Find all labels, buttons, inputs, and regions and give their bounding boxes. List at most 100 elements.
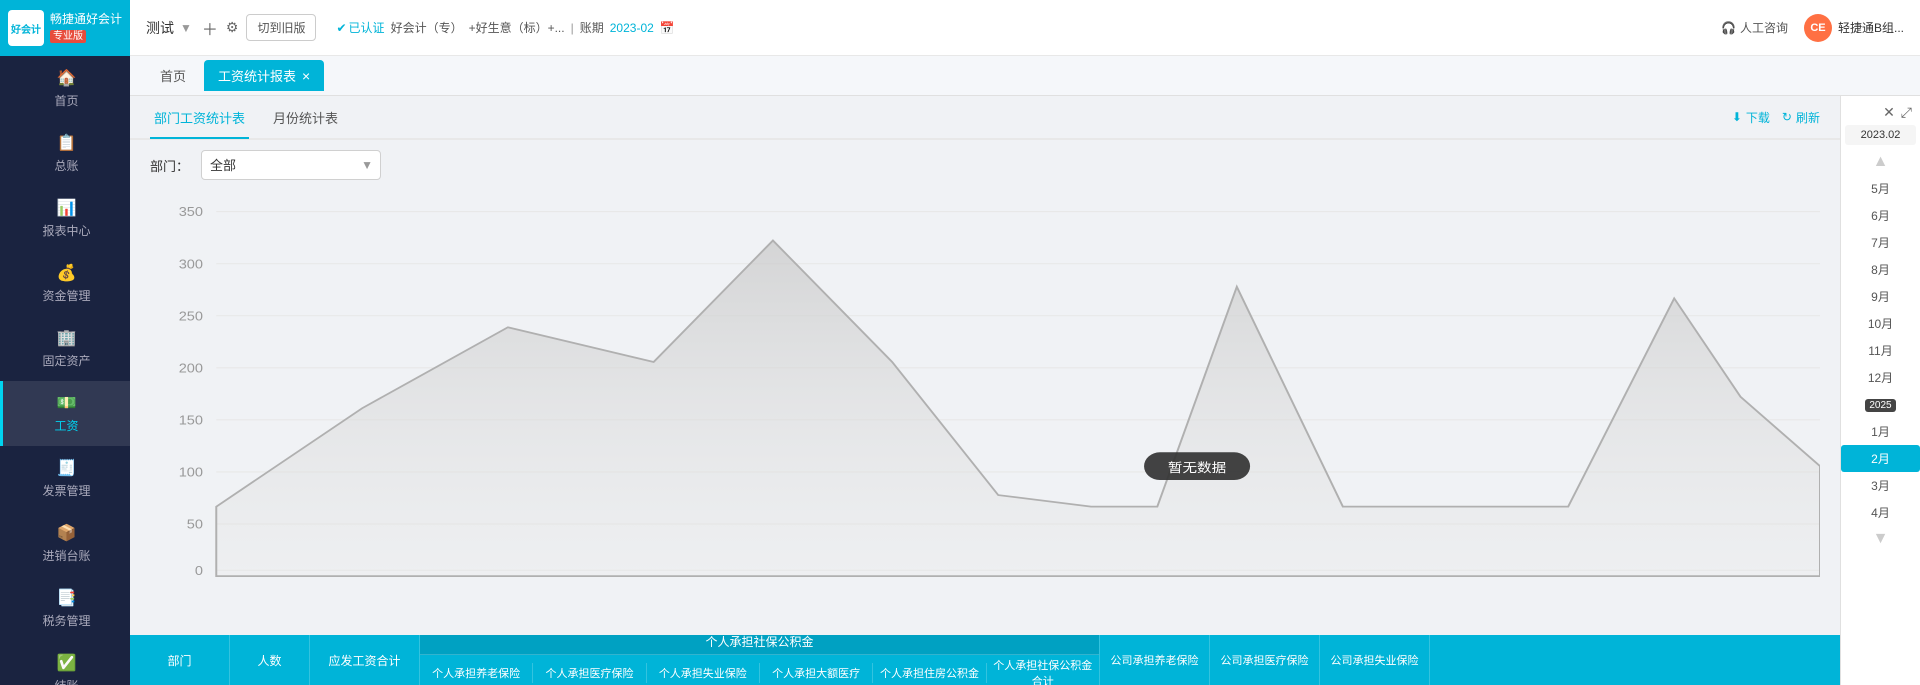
col-personal-pension: 个人承担养老保险 [420,663,533,683]
sidebar-item-salary[interactable]: 💵 工资 [0,381,130,446]
chart-svg: 350 300 250 200 150 100 50 0 [150,200,1820,605]
tabbar: 首页 工资统计报表 × [130,56,1920,96]
certified-badge: ✔ 已认证 [336,19,384,36]
col-personal-major-medical: 个人承担大额医疗 [760,663,873,683]
col-company-pension: 公司承担养老保险 [1100,635,1210,685]
svg-text:350: 350 [179,205,204,219]
logo-text: 畅捷通好会计 专业版 [50,12,122,43]
topbar-status: ✔ 已认证 好会计（专） +好生意（标）+... | 账期 2023-02 📅 [336,19,674,36]
topbar: 测试 ▼ ＋ ⚙ 切到旧版 ✔ 已认证 好会计（专） +好生意（标）+... |… [130,0,1920,56]
sidebar-item-home[interactable]: 🏠 首页 [0,56,130,121]
tab-close-icon[interactable]: × [302,68,310,84]
month-10[interactable]: 10月 [1841,310,1920,337]
assets-icon: 🏢 [57,328,77,348]
sidebar-item-ledger[interactable]: 📋 总账 [0,121,130,186]
calendar-icon[interactable]: 📅 [660,21,675,35]
filter-row: 部门： 全部 销售部 财务部 行政部 技术部 ▼ [130,140,1840,190]
avatar: CE [1804,14,1832,42]
topbar-actions: ＋ ⚙ 切到旧版 [202,14,317,41]
svg-text:300: 300 [179,257,204,271]
refresh-button[interactable]: ↻ 刷新 [1782,109,1820,126]
nav-up-button[interactable]: ▲ [1869,149,1893,175]
svg-text:150: 150 [179,413,204,427]
department-filter: 全部 销售部 财务部 行政部 技术部 ▼ [201,150,381,180]
month-9[interactable]: 9月 [1841,283,1920,310]
tab-home[interactable]: 首页 [146,60,200,91]
help-button[interactable]: 🎧 人工咨询 [1721,19,1788,36]
col-company-medical: 公司承担医疗保险 [1210,635,1320,685]
col-personal-total: 个人承担社保公积金合计 [987,655,1099,685]
settle-icon: ✅ [57,653,77,673]
sidebar-item-settle[interactable]: ✅ 结账 [0,641,130,685]
col-personal-unemployment: 个人承担失业保险 [647,663,760,683]
panel-date-display: 2023.02 [1845,125,1916,145]
sidebar-item-invoice[interactable]: 🧾 发票管理 [0,446,130,511]
company-name: 测试 ▼ [146,18,192,38]
reports-icon: 📊 [57,198,77,218]
month-4-2025[interactable]: 4月 [1841,499,1920,526]
logo-icon: 好会计 [8,10,44,46]
col-company-unemployment: 公司承担失业保险 [1320,635,1430,685]
sidebar-item-funds[interactable]: 💰 资金管理 [0,251,130,316]
svg-text:0: 0 [195,564,204,578]
sidebar-logo: 好会计 畅捷通好会计 专业版 [0,0,130,56]
right-panel-controls: ✕ ⤢ [1841,96,1920,121]
expand-panel-button[interactable]: ⤢ [1901,104,1912,121]
month-11[interactable]: 11月 [1841,337,1920,364]
department-select[interactable]: 全部 销售部 财务部 行政部 技术部 [201,150,381,180]
user-menu[interactable]: CE 轻捷通B组... [1804,14,1904,42]
sidebar-item-tax[interactable]: 📑 税务管理 [0,576,130,641]
sub-tabbar: 部门工资统计表 月份统计表 ⬇ 下载 ↻ 刷新 [130,96,1840,140]
col-total-salary: 应发工资合计 [310,635,420,685]
add-button[interactable]: ＋ [202,16,218,40]
headset-icon: 🎧 [1721,21,1736,35]
month-5[interactable]: 5月 [1841,175,1920,202]
sub-tab-actions: ⬇ 下载 ↻ 刷新 [1732,109,1820,126]
sidebar-nav: 🏠 首页 📋 总账 📊 报表中心 💰 资金管理 🏢 固定资产 💵 工资 🧾 发票… [0,56,130,685]
tax-icon: 📑 [57,588,77,608]
department-filter-label: 部门： [150,156,189,175]
col-department: 部门 [130,635,230,685]
download-button[interactable]: ⬇ 下载 [1732,109,1770,126]
svg-text:暂无数据: 暂无数据 [1168,461,1227,475]
month-12[interactable]: 12月 [1841,364,1920,391]
invoice-icon: 🧾 [57,458,77,478]
company-chevron-icon: ▼ [180,21,192,35]
topbar-right: 🎧 人工咨询 CE 轻捷通B组... [1721,14,1904,42]
sub-tab-department[interactable]: 部门工资统计表 [150,98,249,139]
svg-text:100: 100 [179,465,204,479]
svg-text:250: 250 [179,309,204,323]
year-badge: 2025 [1865,399,1895,412]
year-2025: 2025 [1841,391,1920,418]
month-1-2025[interactable]: 1月 [1841,418,1920,445]
user-name: 轻捷通B组... [1838,19,1904,36]
month-8[interactable]: 8月 [1841,256,1920,283]
close-panel-button[interactable]: ✕ [1883,104,1895,121]
month-3-2025[interactable]: 3月 [1841,472,1920,499]
group-personal-social: 个人承担社保公积金 个人承担养老保险 个人承担医疗保险 个人承担失业保险 [420,635,1100,685]
month-6[interactable]: 6月 [1841,202,1920,229]
right-panel: ✕ ⤢ 2023.02 ▲ 5月 6月 7月 8月 9月 10月 11月 12月… [1840,96,1920,685]
nav-down-button[interactable]: ▼ [1869,526,1893,552]
sidebar-item-reports[interactable]: 📊 报表中心 [0,186,130,251]
table-header-row: 部门 人数 应发工资合计 个人承担社保公积金 个人承担养老保险 [130,635,1840,685]
col-personal-housing-fund: 个人承担住房公积金 [873,663,986,683]
gear-button[interactable]: ⚙ [226,19,239,36]
tab-salary-report[interactable]: 工资统计报表 × [204,60,324,91]
col-personal-medical: 个人承担医疗保险 [533,663,646,683]
main-body: 部门工资统计表 月份统计表 ⬇ 下载 ↻ 刷新 [130,96,1840,685]
funds-icon: 💰 [57,263,77,283]
sub-tab-monthly[interactable]: 月份统计表 [269,98,342,139]
switch-version-button[interactable]: 切到旧版 [246,14,316,41]
sidebar-item-assets[interactable]: 🏢 固定资产 [0,316,130,381]
col-headcount: 人数 [230,635,310,685]
month-2-2025-active[interactable]: 2月 [1841,445,1920,472]
month-7[interactable]: 7月 [1841,229,1920,256]
svg-text:200: 200 [179,361,204,375]
right-panel-nav: ▲ 5月 6月 7月 8月 9月 10月 11月 12月 2025 1月 2月 … [1841,149,1920,685]
trade-icon: 📦 [57,523,77,543]
sidebar-item-trade[interactable]: 📦 进销台账 [0,511,130,576]
main-content-wrapper: 部门工资统计表 月份统计表 ⬇ 下载 ↻ 刷新 [130,96,1920,685]
refresh-icon: ↻ [1782,110,1792,124]
svg-text:50: 50 [187,517,204,531]
